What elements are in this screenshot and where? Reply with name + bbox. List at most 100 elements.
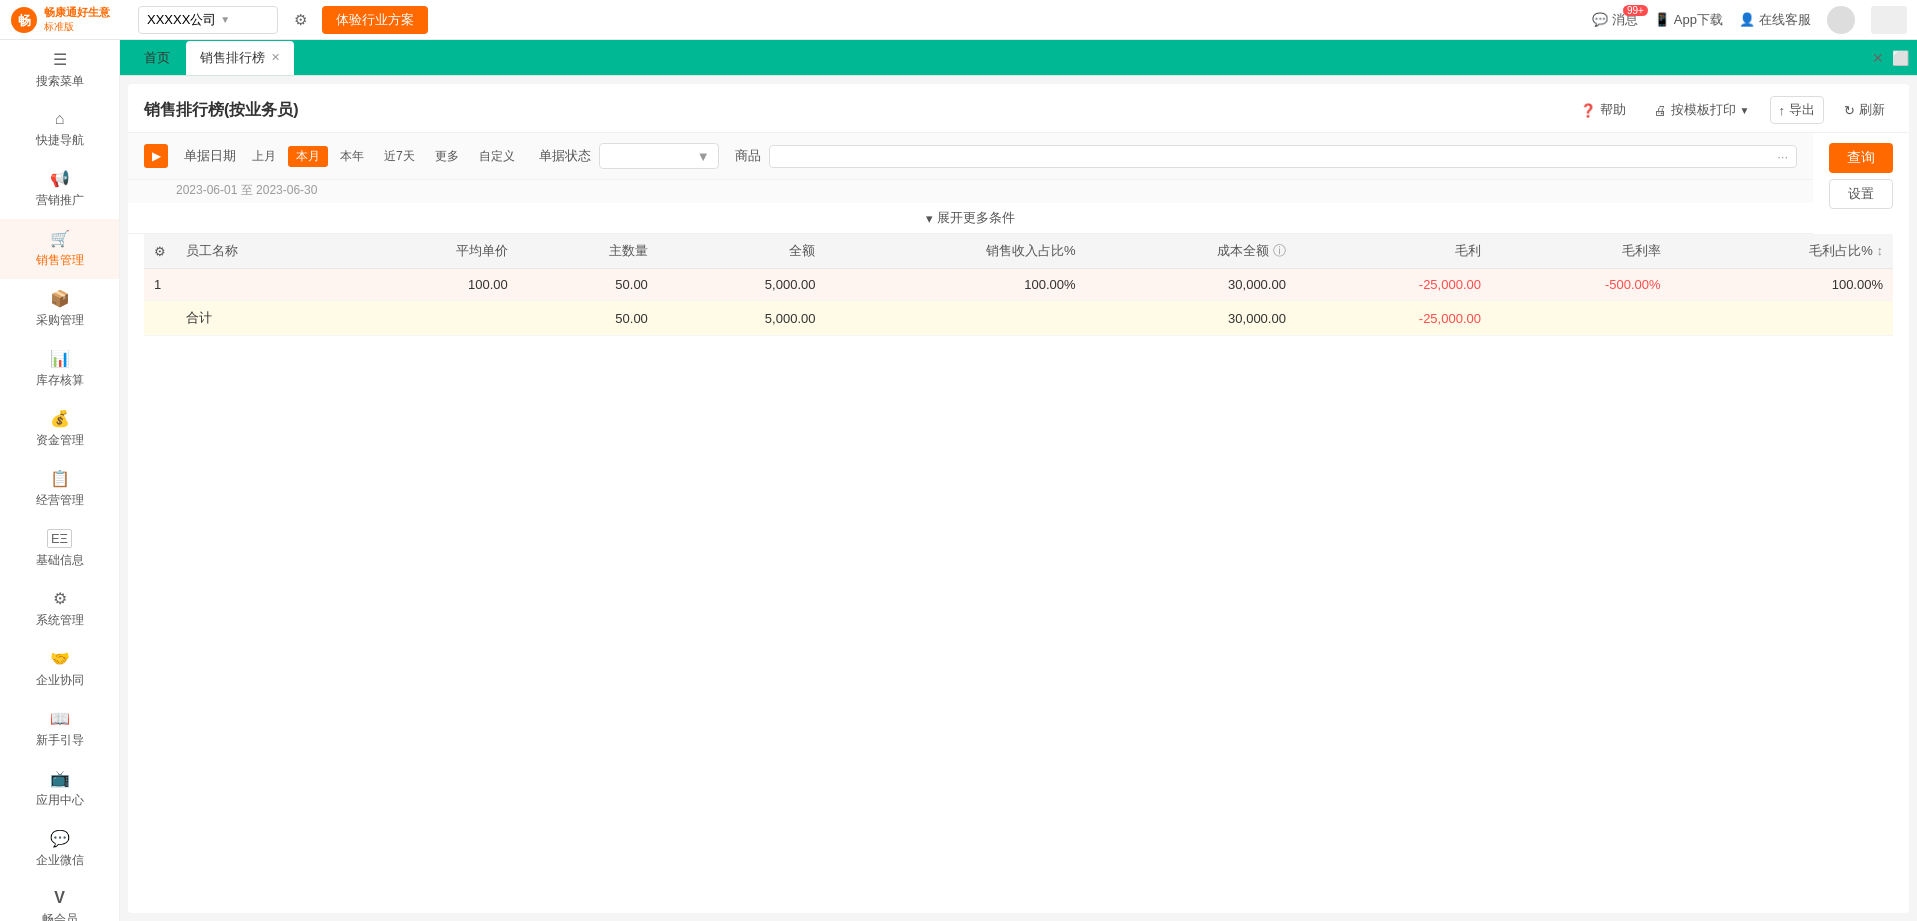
expand-more-button[interactable]: ▾ 展开更多条件 <box>926 209 1015 227</box>
system-icon: ⚙ <box>53 589 67 608</box>
date-tab-custom[interactable]: 自定义 <box>471 146 523 167</box>
total-gross-profit: -25,000.00 <box>1296 301 1491 336</box>
th-gross-rate: 毛利率 <box>1491 234 1671 269</box>
date-label: 单据日期 <box>184 147 236 165</box>
th-cost-amount: 成本全额 ⓘ <box>1086 234 1296 269</box>
date-range-display: 2023-06-01 至 2023-06-30 <box>128 180 1813 203</box>
cost-info-icon: ⓘ <box>1273 243 1286 258</box>
status-select[interactable]: ▼ <box>599 143 719 169</box>
svg-text:畅: 畅 <box>18 13 31 28</box>
date-tab-more[interactable]: 更多 <box>427 146 467 167</box>
date-tabs: 上月 本月 本年 近7天 更多 自定义 <box>244 146 523 167</box>
total-spacer <box>144 301 176 336</box>
date-filter-group: 单据日期 上月 本月 本年 近7天 更多 自定义 <box>184 146 523 167</box>
refresh-button[interactable]: ↻ 刷新 <box>1836 97 1893 123</box>
marketing-icon: 📢 <box>50 169 70 188</box>
message-badge: 99+ <box>1623 5 1648 16</box>
date-tab-last-month[interactable]: 上月 <box>244 146 284 167</box>
export-icon: ↑ <box>1779 103 1786 118</box>
sidebar-item-operations[interactable]: 📋 经营管理 <box>0 459 119 519</box>
page-title: 销售排行榜(按业务员) <box>144 100 299 121</box>
th-gross-pct: 毛利占比% ↕ <box>1671 234 1893 269</box>
content-area: 首页 销售排行榜 ✕ ✕ ⬜ 销售排行榜(按业务员) ❓ 帮助 <box>120 40 1917 921</box>
th-amount: 全额 <box>658 234 826 269</box>
help-icon: ❓ <box>1580 103 1596 118</box>
app-icon: 📱 <box>1654 12 1670 27</box>
avatar[interactable] <box>1827 6 1855 34</box>
table-body: 1 100.00 50.00 5,000.00 100.00% 30,000.0… <box>144 269 1893 301</box>
top-right-actions: 💬 消息 99+ 📱 App下载 👤 在线客服 <box>1592 6 1907 34</box>
table-footer: 合计 50.00 5,000.00 30,000.00 -25,000.00 <box>144 301 1893 336</box>
sidebar-item-finance[interactable]: 💰 资金管理 <box>0 399 119 459</box>
sidebar-item-inventory[interactable]: 📊 库存核算 <box>0 339 119 399</box>
sidebar-item-search-menu[interactable]: ☰ 搜索菜单 <box>0 40 119 100</box>
total-avg-price <box>347 301 518 336</box>
quick-nav-icon: ⌂ <box>55 110 65 128</box>
print-chevron-icon: ▼ <box>1740 105 1750 116</box>
template-print-button[interactable]: 🖨 按模板打印 ▼ <box>1646 97 1758 123</box>
app-download-button[interactable]: 📱 App下载 <box>1654 11 1723 29</box>
sidebar-item-app-center[interactable]: 📺 应用中心 <box>0 759 119 819</box>
date-tab-7days[interactable]: 近7天 <box>376 146 423 167</box>
message-button[interactable]: 💬 消息 99+ <box>1592 11 1638 29</box>
main-layout: ☰ 搜索菜单 ⌂ 快捷导航 📢 营销推广 🛒 销售管理 📦 采购管理 📊 库存核… <box>0 40 1917 921</box>
total-label: 合计 <box>176 301 347 336</box>
basic-info-icon: EΞ <box>47 529 72 548</box>
trial-button[interactable]: 体验行业方案 <box>322 6 428 34</box>
sidebar-item-system[interactable]: ⚙ 系统管理 <box>0 579 119 639</box>
status-chevron-icon: ▼ <box>697 149 710 164</box>
date-tab-this-year[interactable]: 本年 <box>332 146 372 167</box>
enterprise-icon: 🤝 <box>50 649 70 668</box>
date-range-text: 2023-06-01 至 2023-06-30 <box>176 183 317 197</box>
sidebar-item-member[interactable]: V 畅会员 <box>0 879 119 921</box>
sidebar-item-purchase-mgmt[interactable]: 📦 采购管理 <box>0 279 119 339</box>
sidebar-item-basic-info[interactable]: EΞ 基础信息 <box>0 519 119 579</box>
sidebar-item-sales-mgmt[interactable]: 🛒 销售管理 <box>0 219 119 279</box>
total-gross-pct <box>1671 301 1893 336</box>
tab-sales-ranking[interactable]: 销售排行榜 ✕ <box>186 41 294 75</box>
total-quantity: 50.00 <box>518 301 658 336</box>
tab-home[interactable]: 首页 <box>128 41 186 75</box>
sidebar-item-guide[interactable]: 📖 新手引导 <box>0 699 119 759</box>
tab-bar-actions: ✕ ⬜ <box>1872 50 1909 66</box>
purchase-mgmt-icon: 📦 <box>50 289 70 308</box>
company-name: XXXXX公司 <box>147 11 216 29</box>
cell-name <box>176 269 347 301</box>
window-maximize-button[interactable]: ⬜ <box>1892 50 1909 66</box>
cell-rank: 1 <box>144 269 176 301</box>
goods-filter-group: 商品 ··· <box>735 145 1797 168</box>
sidebar-item-wechat[interactable]: 💬 企业微信 <box>0 819 119 879</box>
expand-chevron-icon: ▾ <box>926 211 933 226</box>
logo-text: 畅康通好生意 标准版 <box>44 5 110 34</box>
sidebar: ☰ 搜索菜单 ⌂ 快捷导航 📢 营销推广 🛒 销售管理 📦 采购管理 📊 库存核… <box>0 40 120 921</box>
cell-avg-price: 100.00 <box>347 269 518 301</box>
filter-bar-row1: ▶ 单据日期 上月 本月 本年 近7天 更多 自定义 <box>128 133 1813 180</box>
settings-button[interactable]: 设置 <box>1829 179 1893 209</box>
export-button[interactable]: ↑ 导出 <box>1770 96 1825 124</box>
tab-bar: 首页 销售排行榜 ✕ ✕ ⬜ <box>120 40 1917 76</box>
gear-button[interactable]: ⚙ <box>286 6 314 34</box>
sort-icon: ↕ <box>1877 243 1884 258</box>
cell-cost-amount: 30,000.00 <box>1086 269 1296 301</box>
total-gross-rate <box>1491 301 1671 336</box>
inventory-icon: 📊 <box>50 349 70 368</box>
query-button[interactable]: 查询 <box>1829 143 1893 173</box>
expand-arrow[interactable]: ▶ <box>144 144 168 168</box>
date-tab-this-month[interactable]: 本月 <box>288 146 328 167</box>
online-service-button[interactable]: 👤 在线客服 <box>1739 11 1811 29</box>
page-actions: ❓ 帮助 🖨 按模板打印 ▼ ↑ 导出 ↻ 刷新 <box>1572 96 1893 124</box>
company-selector[interactable]: XXXXX公司 ▼ <box>138 6 278 34</box>
table-settings-icon[interactable]: ⚙ <box>154 244 166 259</box>
goods-select[interactable]: ··· <box>769 145 1797 168</box>
print-icon: 🖨 <box>1654 103 1667 118</box>
sidebar-item-quick-nav[interactable]: ⌂ 快捷导航 <box>0 100 119 159</box>
th-settings[interactable]: ⚙ <box>144 234 176 269</box>
logo: 畅 畅康通好生意 标准版 <box>10 5 130 34</box>
tab-close-icon[interactable]: ✕ <box>271 51 280 64</box>
help-button[interactable]: ❓ 帮助 <box>1572 97 1634 123</box>
guide-icon: 📖 <box>50 709 70 728</box>
page-header: 销售排行榜(按业务员) ❓ 帮助 🖨 按模板打印 ▼ ↑ 导出 <box>128 84 1909 133</box>
window-close-button[interactable]: ✕ <box>1872 50 1884 66</box>
sidebar-item-marketing[interactable]: 📢 营销推广 <box>0 159 119 219</box>
sidebar-item-enterprise[interactable]: 🤝 企业协同 <box>0 639 119 699</box>
